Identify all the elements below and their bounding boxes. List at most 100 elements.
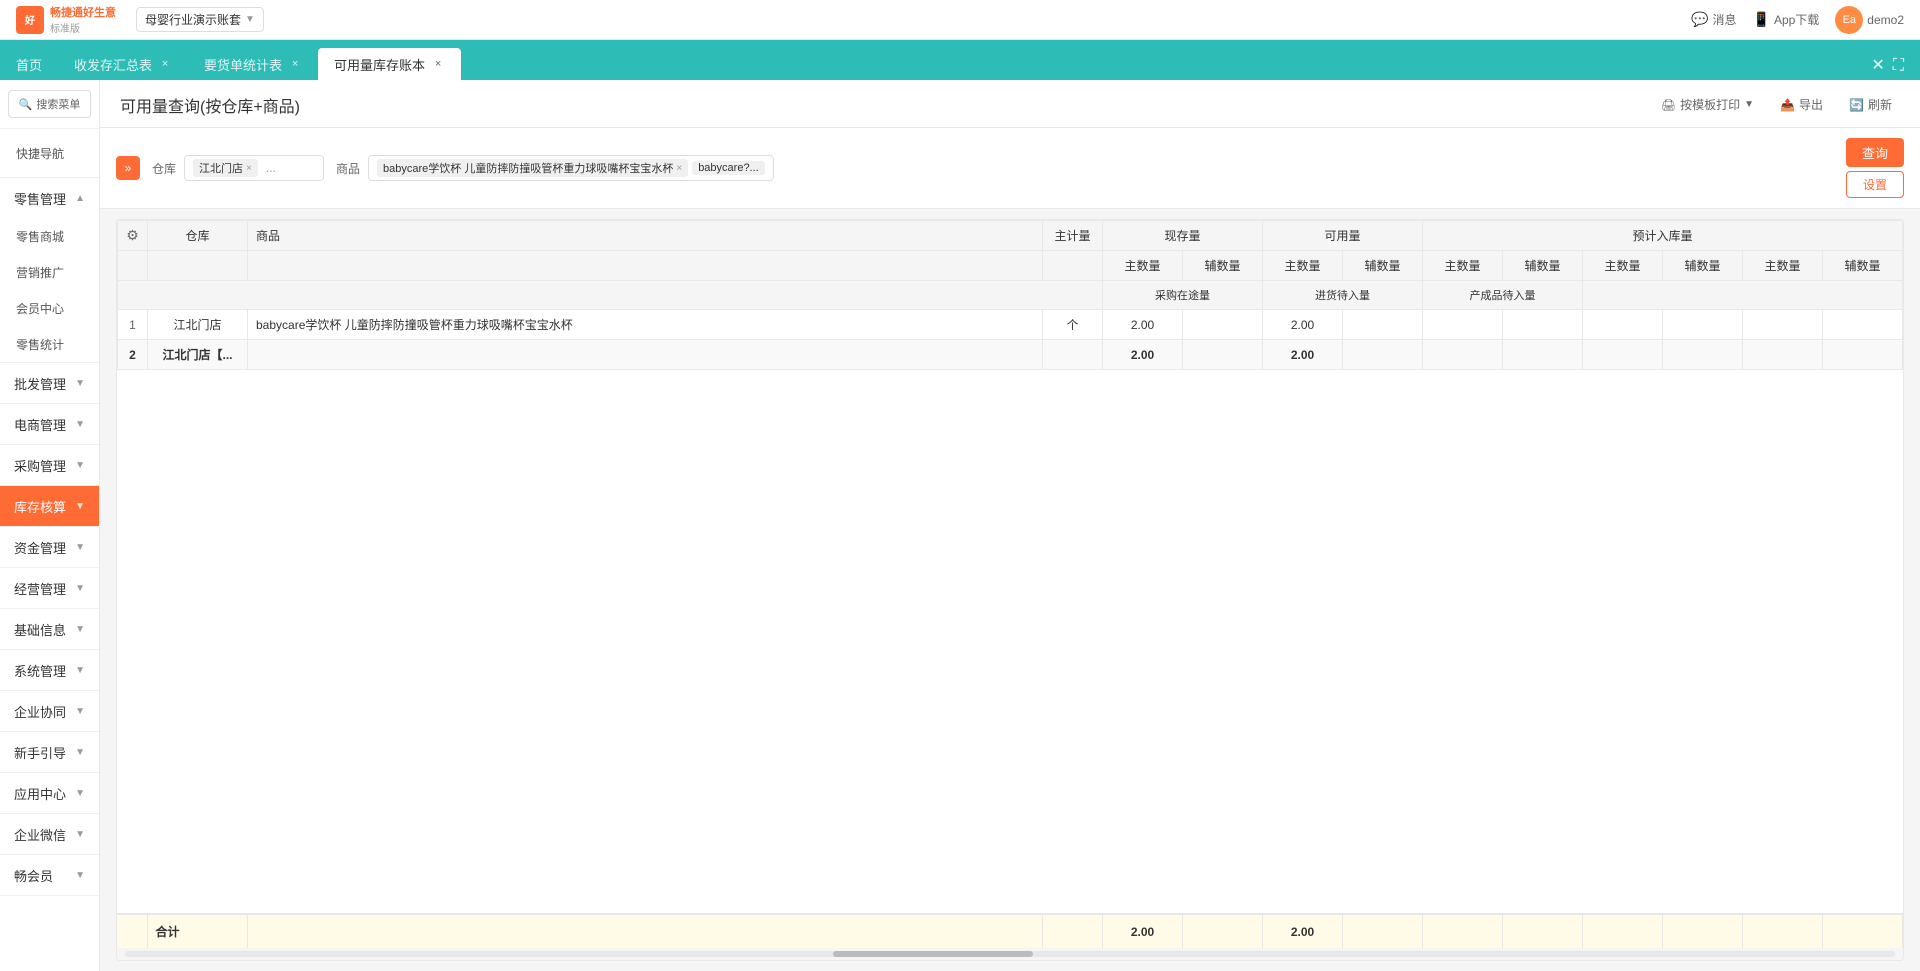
message-button[interactable]: 💬 消息 [1691,11,1736,28]
scrollbar-track [125,951,1895,957]
warehouse-tag: 江北门店 × [193,159,258,177]
sidebar-section-purchase-header[interactable]: 采购管理 ▼ [0,445,99,485]
sidebar-section-wechat-header[interactable]: 企业微信 ▼ [0,814,99,854]
export-label: 导出 [1799,96,1823,113]
footer-stock-main: 2.00 [1103,915,1183,948]
footer-pt-main [1423,915,1503,948]
sidebar-section-retail-header[interactable]: 零售管理 ▲ [0,178,99,218]
top-bar: 好 畅捷通好生意 标准版 母婴行业演示账套 ▼ 💬 消息 📱 App下载 Ea … [0,0,1920,40]
sidebar-item-quick-nav[interactable]: 快捷导航 [0,135,99,171]
td-avail-aux [1343,310,1423,340]
tab-receive-label: 收发存汇总表 [74,55,152,74]
product-filter-label: 商品 [336,160,360,177]
member2-label: 畅会员 [14,866,53,885]
tab-order[interactable]: 要货单统计表 × [188,48,318,80]
user-initials: Ea [1843,14,1856,26]
sidebar-section-retail: 零售管理 ▲ 零售商城 营销推广 会员中心 零售统计 [0,178,99,363]
sidebar-item-retail-stats[interactable]: 零售统计 [0,326,99,362]
sidebar-section-purchase: 采购管理 ▼ [0,445,99,486]
tab-receive-close[interactable]: × [158,57,172,71]
filter-expand-button[interactable]: » [116,156,140,180]
tab-receive[interactable]: 收发存汇总表 × [58,48,188,80]
product-tag1-close[interactable]: × [676,163,682,174]
sidebar-section-appcenter-header[interactable]: 应用中心 ▼ [0,773,99,813]
th-unit: 主计量 [1043,221,1103,251]
th-product-pending-aux: 辅数量 [1823,251,1903,281]
tab-available[interactable]: 可用量库存账本 × [318,48,461,80]
settings-button[interactable]: 设置 [1846,171,1904,198]
sidebar-section-basic-header[interactable]: 基础信息 ▼ [0,609,99,649]
sidebar-section-finance: 资金管理 ▼ [0,527,99,568]
sidebar-section-operations-header[interactable]: 经营管理 ▼ [0,568,99,608]
td-group-warehouse: 江北门店【... [148,340,248,370]
print-button[interactable]: 🖨 按模板打印 ▼ [1653,92,1762,117]
product-tag1-text: babycare学饮杯 儿童防摔防撞吸管杯重力球吸嘴杯宝宝水杯 [383,160,673,176]
search-menu-button[interactable]: 🔍 搜索菜单 [8,90,91,118]
product-tag-2: babycare?... [692,161,765,175]
sidebar-section-cooperation-header[interactable]: 企业协同 ▼ [0,691,99,731]
th-warehouse: 仓库 [148,221,248,251]
chevron-down-icon6: ▼ [75,583,85,594]
tab-order-label: 要货单统计表 [204,55,282,74]
td-group-pt-main [1423,340,1503,370]
sidebar-section-ecommerce-header[interactable]: 电商管理 ▼ [0,404,99,444]
warehouse-tag-close[interactable]: × [246,163,252,174]
sidebar-section-system: 系统管理 ▼ [0,650,99,691]
company-selector[interactable]: 母婴行业演示账套 ▼ [136,7,264,32]
scrollbar-thumb[interactable] [833,951,1033,957]
sidebar-item-member[interactable]: 会员中心 [0,290,99,326]
sidebar-item-marketing[interactable]: 营销推广 [0,254,99,290]
warehouse-more-button[interactable]: ... [262,161,280,175]
td-group-avail-main: 2.00 [1263,340,1343,370]
chevron-down-icon3: ▼ [75,460,85,471]
table-settings-icon[interactable]: ⚙ [126,227,139,243]
tab-home[interactable]: 首页 [0,48,58,80]
chevron-down-icon10: ▼ [75,747,85,758]
td-group-avail-aux [1343,340,1423,370]
warehouse-filter-group: 仓库 江北门店 × ... [152,155,324,181]
query-button[interactable]: 查询 [1846,138,1904,167]
tab-available-label: 可用量库存账本 [334,55,425,74]
td-product-pending-main [1743,310,1823,340]
warehouse-filter-input[interactable]: 江北门店 × ... [184,155,324,181]
footer-pt-aux [1503,915,1583,948]
sidebar-section-finance-header[interactable]: 资金管理 ▼ [0,527,99,567]
tab-order-close[interactable]: × [288,57,302,71]
footer-pp-main [1583,915,1663,948]
tab-available-close[interactable]: × [431,57,445,71]
product-filter-input[interactable]: babycare学饮杯 儿童防摔防撞吸管杯重力球吸嘴杯宝宝水杯 × babyca… [368,155,774,181]
sidebar-section-member2: 畅会员 ▼ [0,855,99,896]
table-row: 1 江北门店 babycare学饮杯 儿童防摔防撞吸管杯重力球吸嘴杯宝宝水杯 个… [118,310,1903,340]
chevron-down-icon8: ▼ [75,665,85,676]
system-label: 系统管理 [14,661,66,680]
footer-spacer1 [117,915,147,948]
app-download-button[interactable]: 📱 App下载 [1753,11,1820,28]
sidebar-section-basic: 基础信息 ▼ [0,609,99,650]
content-area: 可用量查询(按仓库+商品) 🖨 按模板打印 ▼ 📤 导出 🔄 刷新 [100,80,1920,971]
td-purchase-pending-main [1583,310,1663,340]
export-button[interactable]: 📤 导出 [1772,92,1831,117]
user-name: demo2 [1867,13,1904,27]
th-avail-main: 主数量 [1263,251,1343,281]
sidebar-section-wholesale-header[interactable]: 批发管理 ▼ [0,363,99,403]
horizontal-scrollbar[interactable] [117,948,1903,960]
th-sub-unit [1043,251,1103,281]
tab-expand-button[interactable]: ⛶ [1893,58,1904,74]
th-stock-main: 主数量 [1103,251,1183,281]
sidebar-section-system-header[interactable]: 系统管理 ▼ [0,650,99,690]
sidebar: 🔍 搜索菜单 快捷导航 零售管理 ▲ 零售商城 营销推广 会员中心 [0,80,100,971]
tab-close-all-button[interactable]: ✕ [1871,58,1884,74]
td-group-pp-aux [1663,340,1743,370]
sidebar-section-guide-header[interactable]: 新手引导 ▼ [0,732,99,772]
warehouse-tag-text: 江北门店 [199,160,243,176]
refresh-button[interactable]: 🔄 刷新 [1841,92,1900,117]
sidebar-item-retail-mall[interactable]: 零售商城 [0,218,99,254]
th-available: 可用量 [1263,221,1423,251]
product-filter-group: 商品 babycare学饮杯 儿童防摔防撞吸管杯重力球吸嘴杯宝宝水杯 × bab… [336,155,774,181]
wechat-label: 企业微信 [14,825,66,844]
footer-avail-aux [1343,915,1423,948]
printer-icon: 🖨 [1661,98,1676,112]
sidebar-section-inventory-header[interactable]: 库存核算 ▼ [0,486,99,526]
user-avatar-area[interactable]: Ea demo2 [1835,6,1904,34]
sidebar-section-member2-header[interactable]: 畅会员 ▼ [0,855,99,895]
